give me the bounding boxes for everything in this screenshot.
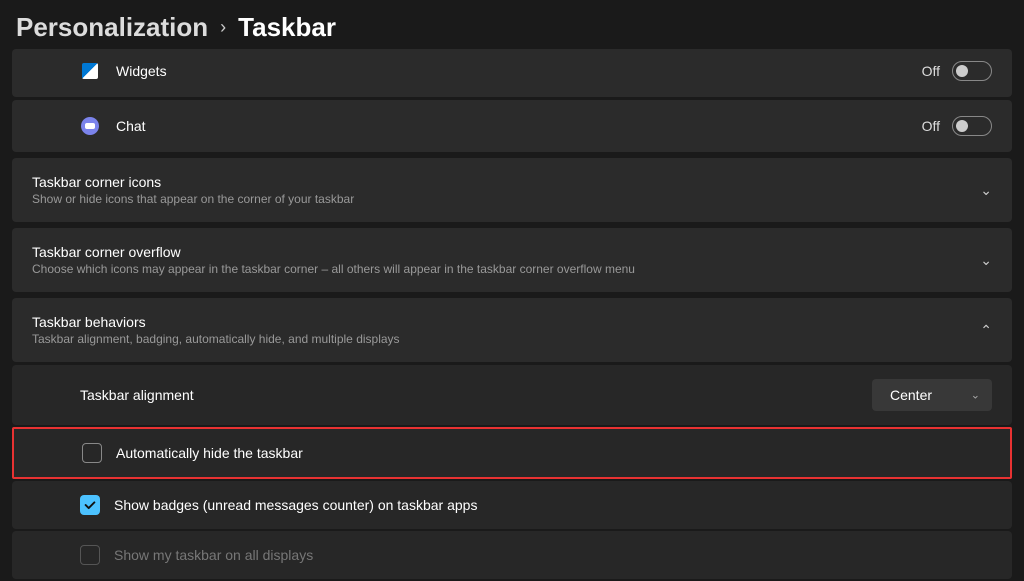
toggle-switch[interactable] bbox=[952, 116, 992, 136]
toggle-switch[interactable] bbox=[952, 61, 992, 81]
section-corner-overflow[interactable]: Taskbar corner overflow Choose which ico… bbox=[12, 228, 1012, 292]
section-corner-icons[interactable]: Taskbar corner icons Show or hide icons … bbox=[12, 158, 1012, 222]
chevron-up-icon: ⌃ bbox=[980, 322, 992, 339]
checkbox-unchecked[interactable] bbox=[82, 443, 102, 463]
chat-icon bbox=[80, 116, 100, 136]
sub-label: Taskbar alignment bbox=[80, 387, 872, 403]
dropdown-value: Center bbox=[890, 387, 932, 403]
behavior-show-badges[interactable]: Show badges (unread messages counter) on… bbox=[12, 481, 1012, 529]
sub-label: Show badges (unread messages counter) on… bbox=[114, 497, 992, 513]
section-title: Taskbar corner overflow bbox=[32, 244, 980, 260]
checkbox-checked[interactable] bbox=[80, 495, 100, 515]
behavior-all-displays: Show my taskbar on all displays bbox=[12, 531, 1012, 579]
toggle-state: Off bbox=[922, 63, 940, 79]
section-behaviors[interactable]: Taskbar behaviors Taskbar alignment, bad… bbox=[12, 298, 1012, 362]
sub-label: Automatically hide the taskbar bbox=[116, 445, 990, 461]
taskbar-item-chat[interactable]: Chat Off bbox=[12, 100, 1012, 152]
breadcrumb-current: Taskbar bbox=[238, 12, 336, 43]
section-desc: Show or hide icons that appear on the co… bbox=[32, 192, 980, 206]
section-desc: Taskbar alignment, badging, automaticall… bbox=[32, 332, 980, 346]
checkbox-disabled bbox=[80, 545, 100, 565]
section-title: Taskbar corner icons bbox=[32, 174, 980, 190]
section-desc: Choose which icons may appear in the tas… bbox=[32, 262, 980, 276]
chevron-down-icon: ⌄ bbox=[980, 182, 992, 199]
taskbar-item-widgets[interactable]: Widgets Off bbox=[12, 49, 1012, 97]
chevron-down-icon: ⌄ bbox=[980, 252, 992, 269]
chevron-down-icon: ⌄ bbox=[971, 389, 980, 402]
alignment-dropdown[interactable]: Center ⌄ bbox=[872, 379, 992, 411]
section-title: Taskbar behaviors bbox=[32, 314, 980, 330]
toggle-state: Off bbox=[922, 118, 940, 134]
breadcrumb-parent[interactable]: Personalization bbox=[16, 12, 208, 43]
item-label: Widgets bbox=[116, 63, 922, 79]
item-label: Chat bbox=[116, 118, 922, 134]
sub-label: Show my taskbar on all displays bbox=[114, 547, 992, 563]
breadcrumb: Personalization › Taskbar bbox=[0, 0, 1024, 55]
widgets-icon bbox=[80, 61, 100, 81]
behavior-alignment: Taskbar alignment Center ⌄ bbox=[12, 365, 1012, 425]
chevron-right-icon: › bbox=[220, 17, 226, 38]
behavior-auto-hide[interactable]: Automatically hide the taskbar bbox=[12, 427, 1012, 479]
